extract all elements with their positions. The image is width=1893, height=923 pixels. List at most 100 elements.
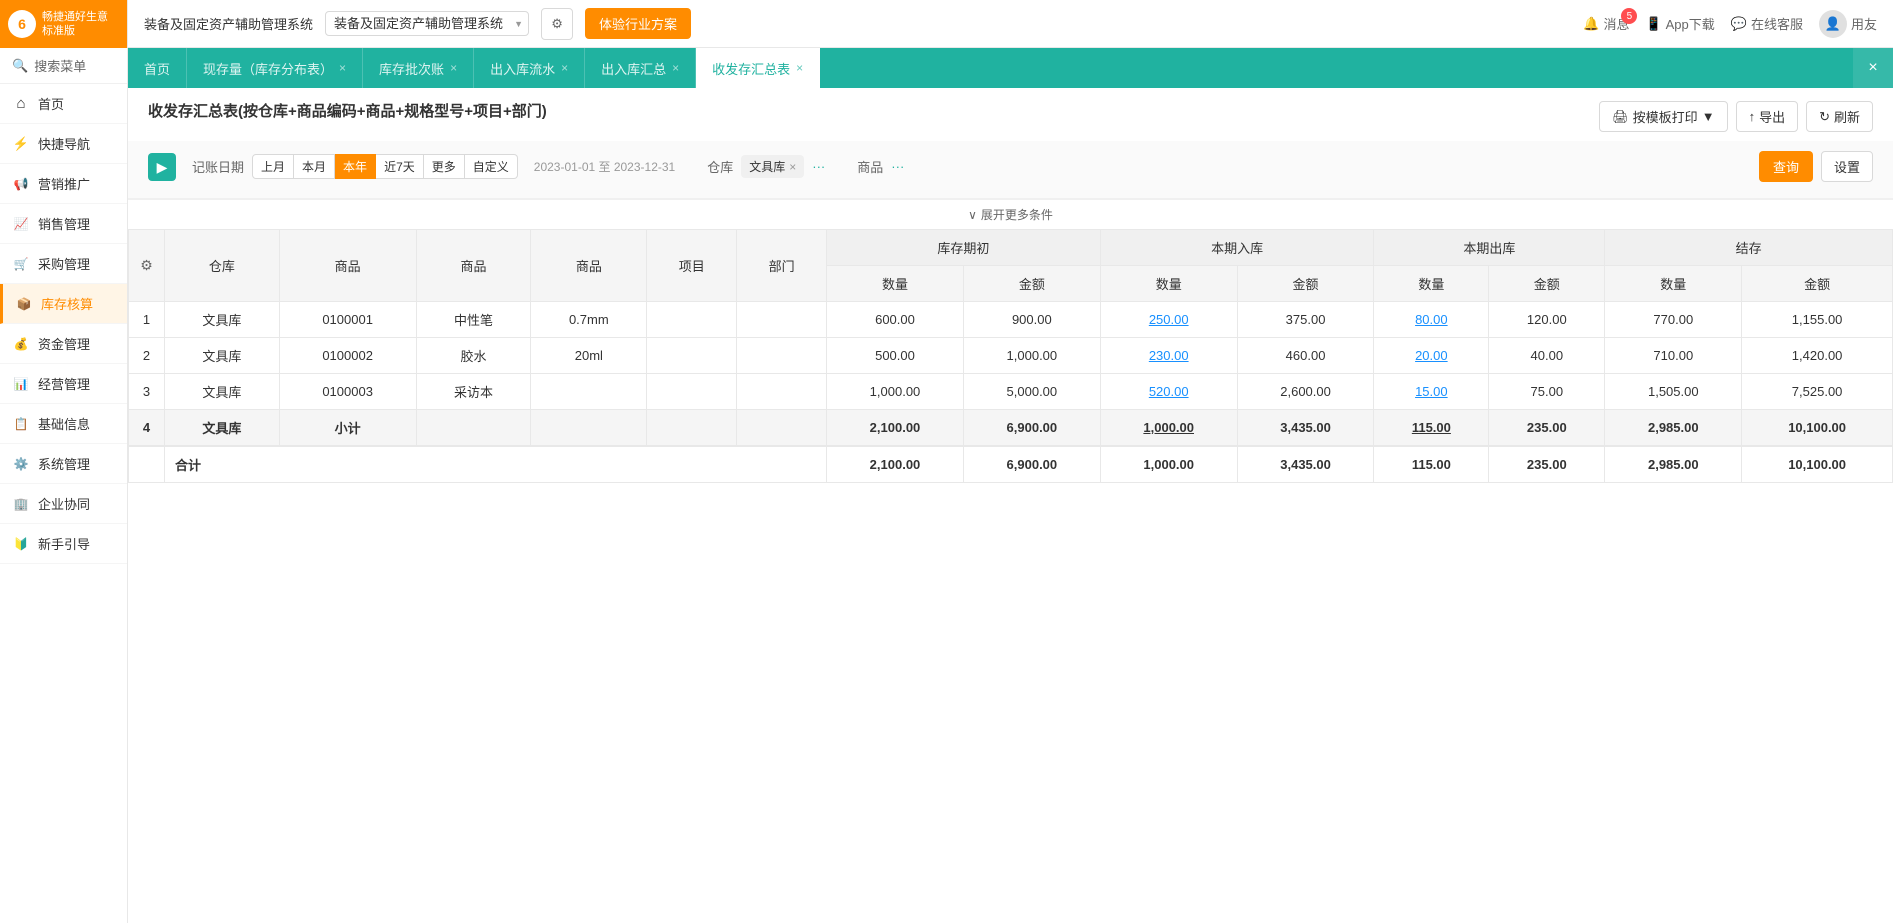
- row-in-amt: 460.00: [1237, 338, 1374, 374]
- row-out-amt: 40.00: [1489, 338, 1605, 374]
- refresh-icon: ↻: [1819, 109, 1830, 125]
- topbar-select-wrap[interactable]: 装备及固定资产辅助管理系统: [325, 11, 529, 36]
- goods-filter-label: 商品: [857, 157, 883, 176]
- row-out-qty-link[interactable]: 15.00: [1374, 374, 1489, 410]
- sidebar-item-operations[interactable]: 经营管理: [0, 364, 127, 404]
- sidebar-item-marketing[interactable]: 营销推广: [0, 164, 127, 204]
- sidebar-item-enterprise[interactable]: 企业协同: [0, 484, 127, 524]
- subtotal-empty2: [531, 410, 647, 447]
- current-month-btn[interactable]: 本月: [294, 154, 335, 179]
- col-department: 部门: [737, 230, 827, 302]
- settings-button-filter[interactable]: 设置: [1821, 151, 1873, 182]
- tab-inout-flow[interactable]: 出入库流水 ×: [474, 48, 585, 88]
- current-year-btn[interactable]: 本年: [335, 154, 376, 179]
- system-select[interactable]: 装备及固定资产辅助管理系统: [325, 11, 529, 36]
- sidebar-item-home[interactable]: 首页: [0, 84, 127, 124]
- refresh-button[interactable]: ↻ 刷新: [1806, 101, 1873, 132]
- tab-batch-account[interactable]: 库存批次账 ×: [363, 48, 474, 88]
- row-open-qty: 600.00: [827, 302, 964, 338]
- tab-close-inout-summary[interactable]: ×: [672, 61, 679, 75]
- logo-text: 畅捷通好生意 标准版: [42, 10, 108, 39]
- subtotal-out-amt: 235.00: [1489, 410, 1605, 447]
- row-open-qty: 500.00: [827, 338, 964, 374]
- tab-home[interactable]: 首页: [128, 48, 187, 88]
- subtotal-open-qty: 2,100.00: [827, 410, 964, 447]
- app-download-button[interactable]: 📱 App下载: [1645, 14, 1714, 33]
- sales-icon: [12, 215, 30, 233]
- tab-close-inventory-dist[interactable]: ×: [339, 61, 346, 75]
- row-bal-qty: 770.00: [1605, 302, 1742, 338]
- col-in-amt: 金额: [1237, 266, 1374, 302]
- trial-button[interactable]: 体验行业方案: [585, 8, 691, 39]
- tab-close-recv-send-summary[interactable]: ×: [796, 61, 803, 75]
- prev-month-btn[interactable]: 上月: [252, 154, 294, 179]
- sidebar-item-system[interactable]: 系统管理: [0, 444, 127, 484]
- subtotal-out-qty[interactable]: 115.00: [1374, 410, 1489, 447]
- online-service-button[interactable]: 💬 在线客服: [1731, 14, 1803, 33]
- sidebar-item-guide[interactable]: 新手引导: [0, 524, 127, 564]
- row-in-qty-link[interactable]: 230.00: [1100, 338, 1237, 374]
- row-in-qty-link[interactable]: 520.00: [1100, 374, 1237, 410]
- print-button[interactable]: 🖨 按模板打印 ▼: [1599, 101, 1727, 132]
- enterprise-icon: [12, 495, 30, 513]
- export-icon: ↑: [1749, 109, 1756, 124]
- warehouse-more-btn[interactable]: ···: [812, 159, 825, 174]
- row-out-qty-link[interactable]: 20.00: [1374, 338, 1489, 374]
- user-button[interactable]: 👤 用友: [1819, 10, 1877, 38]
- tab-inventory-dist[interactable]: 现存量（库存分布表） ×: [187, 48, 363, 88]
- close-all-tabs-button[interactable]: ×: [1853, 48, 1893, 88]
- bell-icon: 🔔: [1583, 16, 1599, 32]
- col-goods-spec: 商品: [531, 230, 647, 302]
- col-in-qty: 数量: [1100, 266, 1237, 302]
- warehouse-filter-label: 仓库: [707, 157, 733, 176]
- col-bal-qty: 数量: [1605, 266, 1742, 302]
- row-open-amt: 5,000.00: [963, 374, 1100, 410]
- row-department: [737, 338, 827, 374]
- export-button[interactable]: ↑ 导出: [1736, 101, 1799, 132]
- operations-icon: [12, 375, 30, 393]
- tab-recv-send-summary[interactable]: 收发存汇总表 ×: [696, 48, 820, 88]
- subtotal-label: 小计: [279, 410, 416, 447]
- row-in-qty-link[interactable]: 250.00: [1100, 302, 1237, 338]
- tab-close-batch-account[interactable]: ×: [450, 61, 457, 75]
- table-row: 3 文具库 0100003 采访本 1,000.00 5,000.00 520.…: [129, 374, 1893, 410]
- 7days-btn[interactable]: 近7天: [376, 154, 424, 179]
- subtotal-in-qty[interactable]: 1,000.00: [1100, 410, 1237, 447]
- warehouse-tag-close[interactable]: ×: [789, 160, 796, 174]
- table-settings-icon[interactable]: ⚙: [140, 257, 153, 273]
- row-out-qty-link[interactable]: 80.00: [1374, 302, 1489, 338]
- sidebar-item-inventory[interactable]: 库存核算: [0, 284, 127, 324]
- sidebar-item-purchase[interactable]: 采购管理: [0, 244, 127, 284]
- col-project: 项目: [647, 230, 737, 302]
- row-open-amt: 900.00: [963, 302, 1100, 338]
- sidebar-item-quick[interactable]: 快捷导航: [0, 124, 127, 164]
- date-filter-label: 记账日期: [192, 157, 244, 176]
- more-date-btn[interactable]: 更多: [424, 154, 465, 179]
- col-goods-code: 商品: [279, 230, 416, 302]
- expand-more-button[interactable]: ∨ 展开更多条件: [968, 206, 1053, 223]
- row-out-amt: 120.00: [1489, 302, 1605, 338]
- total-in-amt: 3,435.00: [1237, 446, 1374, 483]
- row-goods-spec: [531, 374, 647, 410]
- total-bal-qty: 2,985.00: [1605, 446, 1742, 483]
- sidebar-item-finance[interactable]: 资金管理: [0, 324, 127, 364]
- messages-button[interactable]: 🔔 消息 5: [1583, 14, 1629, 33]
- row-department: [737, 302, 827, 338]
- row-warehouse: 文具库: [165, 302, 280, 338]
- row-department: [737, 374, 827, 410]
- tab-inout-summary[interactable]: 出入库汇总 ×: [585, 48, 696, 88]
- filter-toggle-button[interactable]: ▶: [148, 153, 176, 181]
- sidebar-item-base[interactable]: 基础信息: [0, 404, 127, 444]
- settings-button[interactable]: ⚙: [541, 8, 573, 40]
- tab-close-inout-flow[interactable]: ×: [561, 61, 568, 75]
- subtotal-bal-amt: 10,100.00: [1742, 410, 1893, 447]
- col-out-amt: 金额: [1489, 266, 1605, 302]
- sidebar-search[interactable]: 🔍 搜索菜单: [0, 48, 127, 84]
- total-open-qty: 2,100.00: [827, 446, 964, 483]
- goods-more-btn[interactable]: ···: [891, 159, 904, 174]
- chevron-down-icon: ▼: [1702, 109, 1715, 124]
- query-button[interactable]: 查询: [1759, 151, 1813, 182]
- finance-icon: [12, 335, 30, 353]
- custom-date-btn[interactable]: 自定义: [465, 154, 518, 179]
- sidebar-item-sales[interactable]: 销售管理: [0, 204, 127, 244]
